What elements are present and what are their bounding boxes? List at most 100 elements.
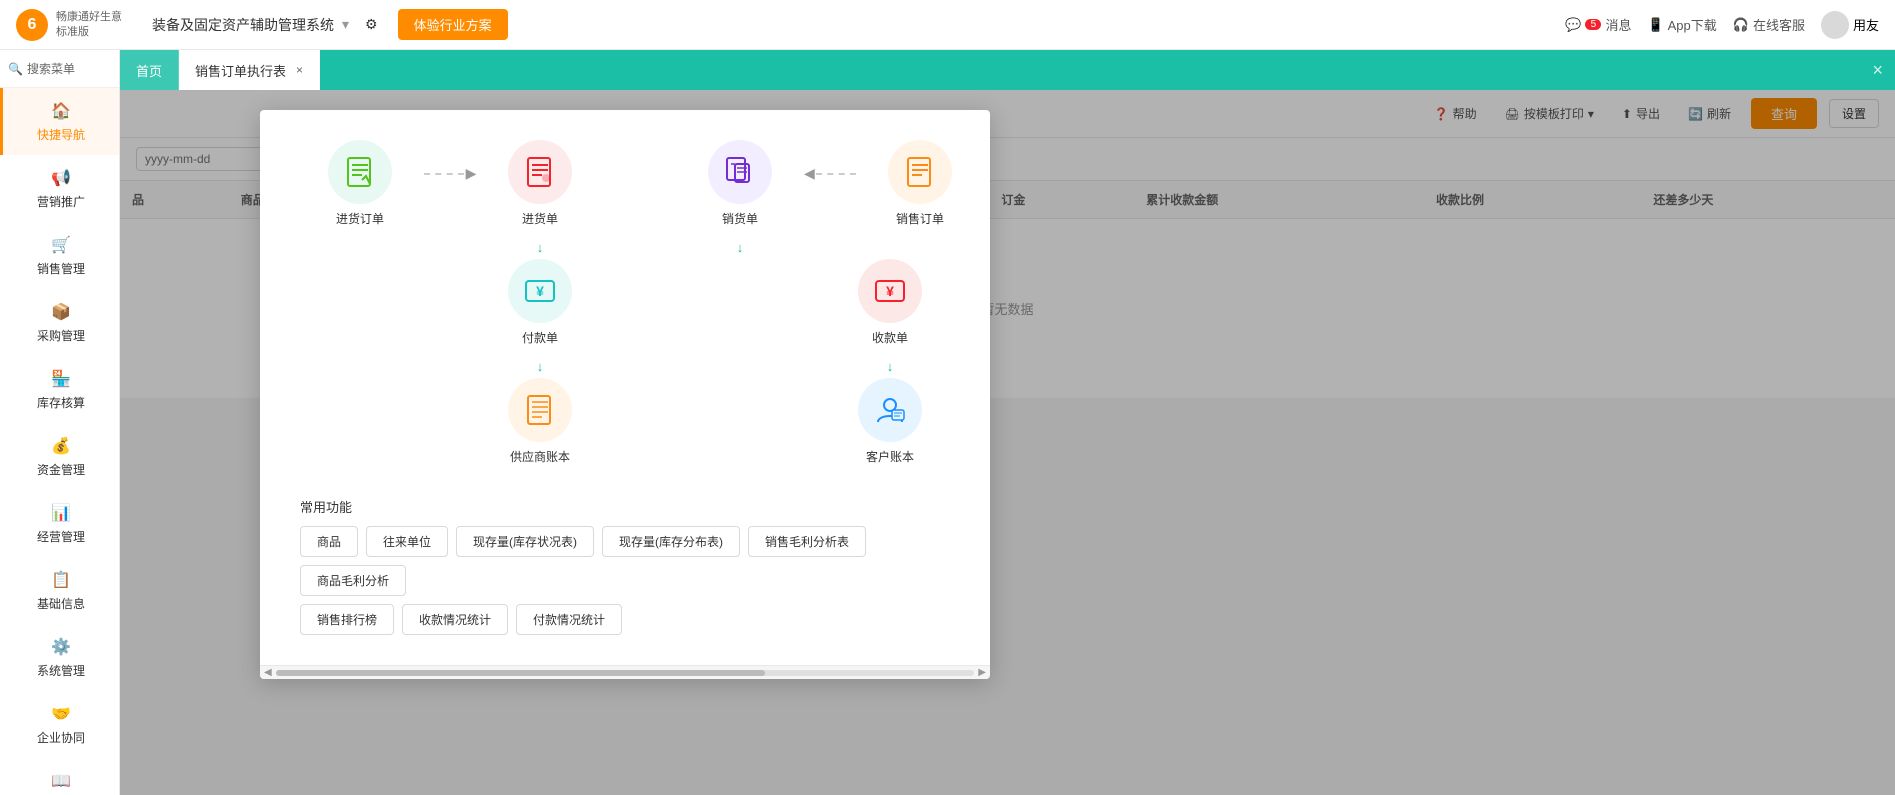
finance-label: 资金管理 [37,461,85,478]
sales-bill-circle [708,140,772,204]
cf-btn-stock-status[interactable]: 现存量(库存状况表) [456,526,594,557]
cf-buttons-row-1: 商品 往来单位 现存量(库存状况表) 现存量(库存分布表) 销售毛利分析表 商品… [300,526,950,596]
flow-row-2: ¥ 付款单 [300,259,950,346]
svg-text:¥: ¥ [886,283,894,299]
cf-btn-product[interactable]: 商品 [300,526,358,557]
customer-ledger-label: 客户账本 [866,448,914,465]
scroll-track[interactable] [276,670,975,676]
finance-icon: 💰 [50,435,72,457]
cf-btn-partner[interactable]: 往来单位 [366,526,448,557]
sales-order-icon [902,154,938,190]
beginner-icon: 📖 [50,770,72,792]
sidebar-item-inventory[interactable]: 🏪 库存核算 [0,356,119,423]
system-title-area: 装备及固定资产辅助管理系统 ▾ ⚙ 体验行业方案 [136,9,1565,40]
tab-close-all[interactable]: × [1860,50,1895,90]
arrow-down-payment: ↓ [537,354,544,378]
tab-bar: 首页 销售订单执行表 × × [120,50,1895,90]
tab-close-icon[interactable]: × [296,63,303,77]
receipt-label: 收款单 [872,329,908,346]
modal-scrollbar: ◀ ▶ [260,665,990,679]
sidebar-search-label: 搜索菜单 [27,60,75,77]
message-label: 消息 [1605,15,1631,34]
sidebar-item-sales[interactable]: 🛒 销售管理 [0,222,119,289]
trial-button[interactable]: 体验行业方案 [398,9,508,40]
flow-row-3: 供应商账本 [300,378,950,465]
sidebar: 🔍 搜索菜单 🏠 快捷导航 📢 营销推广 🛒 销售管理 📦 采购管理 🏪 库存核… [0,50,120,795]
settings-icon[interactable]: ⚙ [365,16,378,33]
cf-btn-sales-ranking[interactable]: 销售排行榜 [300,604,394,635]
sidebar-item-beginner[interactable]: 📖 新手引导 [0,758,119,795]
operations-label: 经营管理 [37,528,85,545]
payment-icon: ¥ [522,273,558,309]
arrow-down-sales: ↓ [737,235,744,259]
cf-btn-product-margin[interactable]: 商品毛利分析 [300,565,406,596]
arrow-down-receipt: ↓ [887,354,894,378]
flow-node-purchase-bill[interactable]: 进货单 [480,140,600,227]
sidebar-item-finance[interactable]: 💰 资金管理 [0,423,119,490]
purchase-bill-label: 进货单 [522,210,558,227]
flow-node-supplier-ledger[interactable]: 供应商账本 [480,378,600,465]
quick-nav-icon: 🏠 [50,100,72,122]
sidebar-item-system[interactable]: ⚙️ 系统管理 [0,624,119,691]
receipt-icon: ¥ [872,273,908,309]
scroll-right-arrow[interactable]: ▶ [978,667,986,678]
flow-node-receipt[interactable]: ¥ 收款单 [830,259,950,346]
logo-icon: 6 [16,9,48,41]
flow-node-customer-ledger[interactable]: 客户账本 [830,378,950,465]
app-download-button[interactable]: 📱 App下载 [1647,15,1716,34]
marketing-icon: 📢 [50,167,72,189]
purchase-order-icon [342,154,378,190]
basic-info-label: 基础信息 [37,595,85,612]
sidebar-item-quick-nav[interactable]: 🏠 快捷导航 [0,88,119,155]
sales-icon: 🛒 [50,234,72,256]
tab-sales-order-label: 销售订单执行表 [195,61,286,80]
sales-bill-icon [722,154,758,190]
app-download-label: App下载 [1668,15,1717,34]
flow-node-purchase-order[interactable]: 进货订单 [300,140,420,227]
vertical-arrows-row: ↓ ↓ [300,235,950,259]
system-title-dropdown[interactable]: ▾ [342,16,349,33]
quick-nav-label: 快捷导航 [37,126,85,143]
arrow-h-2: ▶ [800,165,860,202]
customer-ledger-icon [872,392,908,428]
flow-node-payment[interactable]: ¥ 付款单 [480,259,600,346]
tab-sales-order[interactable]: 销售订单执行表 × [179,50,320,90]
common-functions: 常用功能 商品 往来单位 现存量(库存状况表) 现存量(库存分布表) 销售毛利分… [300,497,950,635]
tab-home[interactable]: 首页 [120,50,179,90]
sidebar-item-basic-info[interactable]: 📋 基础信息 [0,557,119,624]
sidebar-item-marketing[interactable]: 📢 营销推广 [0,155,119,222]
flow-node-sales-bill[interactable]: 销货单 [680,140,800,227]
modal-box: 进货订单 ▶ [260,110,990,679]
purchase-icon: 📦 [50,301,72,323]
user-area[interactable]: 用友 [1821,11,1879,39]
purchase-order-label: 进货订单 [336,210,384,227]
modal-overlay[interactable]: 进货订单 ▶ [120,90,1895,795]
sidebar-search[interactable]: 🔍 搜索菜单 [0,50,119,88]
cf-btn-stock-dist[interactable]: 现存量(库存分布表) [602,526,740,557]
user-label: 用友 [1853,15,1879,34]
modal-content: 进货订单 ▶ [260,110,990,665]
operations-icon: 📊 [50,502,72,524]
page-content: ❓ 帮助 🖨 按模板打印 ▾ ⬆ 导出 🔄 刷新 查询 设置 [120,90,1895,795]
cf-title: 常用功能 [300,497,950,516]
cf-btn-payment-stats[interactable]: 付款情况统计 [516,604,622,635]
online-service-button[interactable]: 🎧 在线客服 [1733,15,1805,34]
sales-label: 销售管理 [37,260,85,277]
inventory-label: 库存核算 [37,394,85,411]
cf-btn-receipt-stats[interactable]: 收款情况统计 [402,604,508,635]
supplier-ledger-label: 供应商账本 [510,448,570,465]
cf-btn-sales-margin[interactable]: 销售毛利分析表 [748,526,866,557]
sidebar-item-operations[interactable]: 📊 经营管理 [0,490,119,557]
sidebar-item-enterprise[interactable]: 🤝 企业协同 [0,691,119,758]
sidebar-item-purchase[interactable]: 📦 采购管理 [0,289,119,356]
online-service-icon: 🎧 [1733,17,1749,33]
cf-buttons-row-2: 销售排行榜 收款情况统计 付款情况统计 [300,604,950,635]
purchase-order-circle [328,140,392,204]
flow-node-sales-order[interactable]: 销售订单 [860,140,980,227]
close-all-icon: × [1872,60,1883,81]
message-badge: 5 [1585,19,1601,30]
svg-text:¥: ¥ [536,283,544,299]
purchase-bill-icon [522,154,558,190]
message-button[interactable]: 💬 5 消息 [1565,15,1631,34]
scroll-left-arrow[interactable]: ◀ [264,667,272,678]
